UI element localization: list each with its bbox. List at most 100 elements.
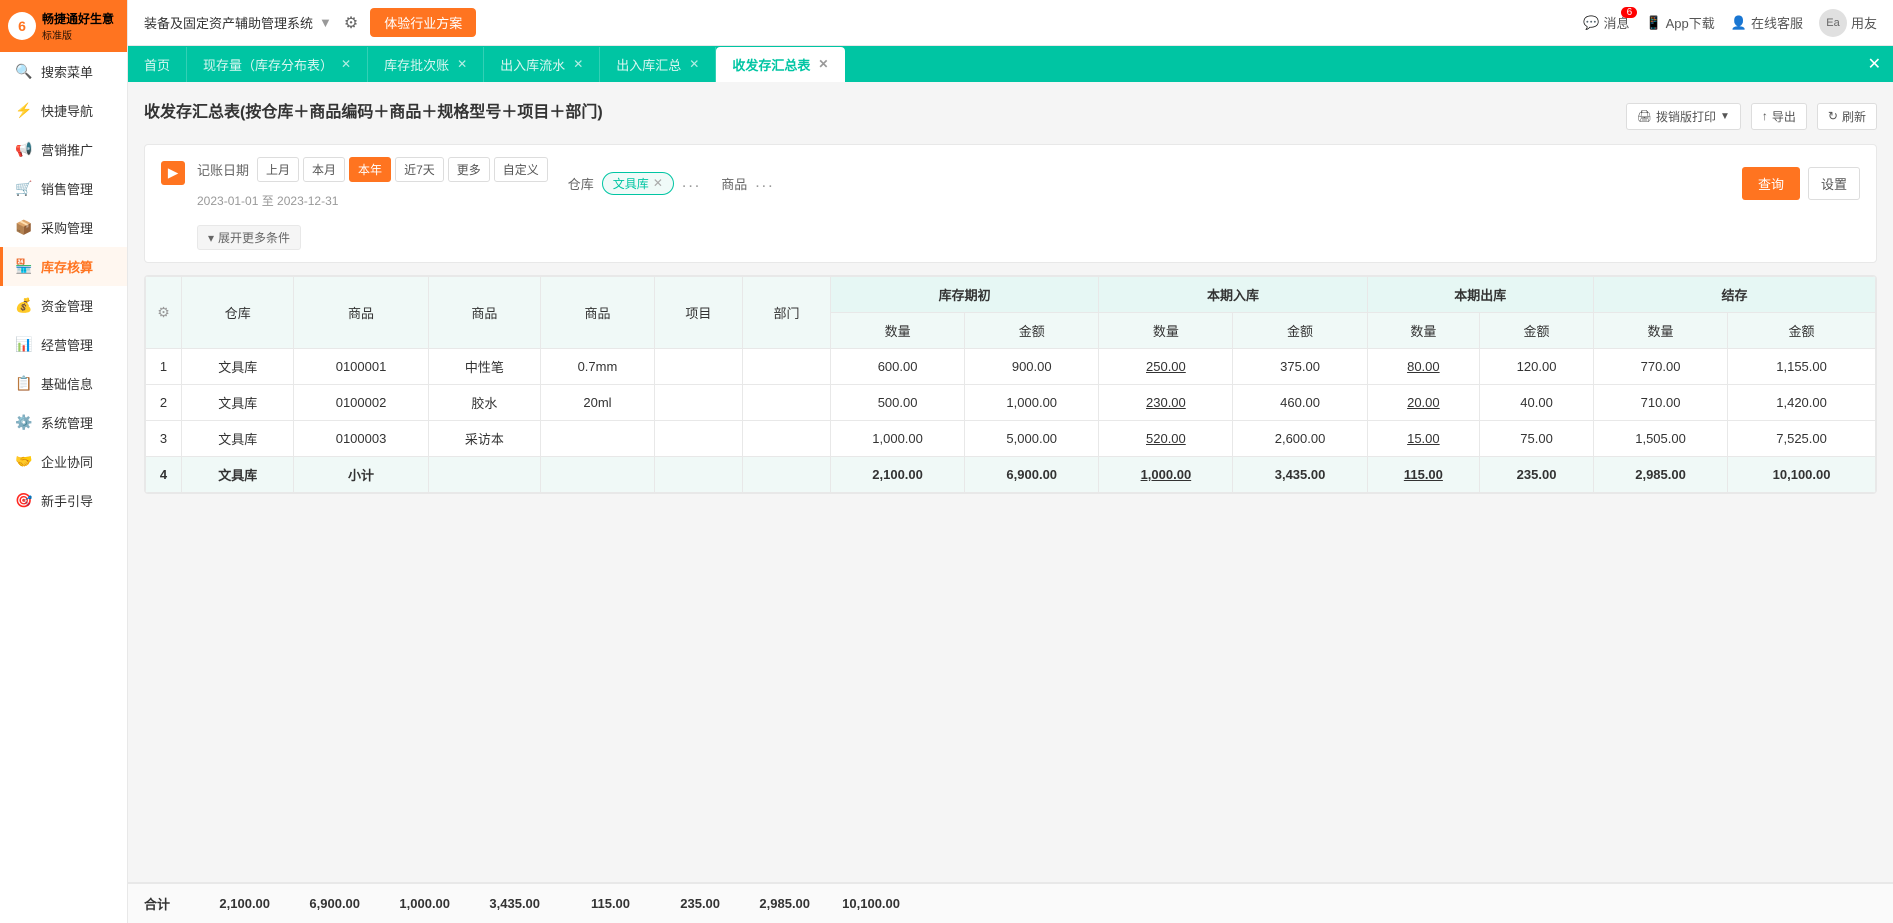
- sidebar-item-system[interactable]: ⚙️ 系统管理: [0, 403, 127, 442]
- page-title: 收发存汇总表(按仓库＋商品编码＋商品＋规格型号＋项目＋部门): [144, 98, 603, 122]
- app-download-label: App下载: [1666, 13, 1715, 32]
- tab-close-icon[interactable]: ✕: [573, 57, 583, 71]
- row-out-qty[interactable]: 80.00: [1367, 349, 1480, 385]
- system-icon: ⚙️: [15, 414, 33, 431]
- date-range: 2023-01-01 至 2023-12-31: [197, 192, 338, 209]
- export-icon: ↑: [1762, 109, 1768, 123]
- topbar-gear-icon[interactable]: ⚙: [344, 13, 358, 33]
- sidebar-item-label-system: 系统管理: [41, 413, 93, 432]
- sidebar-item-quick[interactable]: ⚡快捷导航: [0, 91, 127, 130]
- col-opening-header: 库存期初: [831, 277, 1099, 313]
- tab-label: 首页: [144, 55, 170, 74]
- col-in-qty-header: 数量: [1099, 313, 1233, 349]
- data-table: ⚙ 仓库 商品 商品 商品 项目 部门 库存期初 本期入库 本期出库 结存 数量: [145, 276, 1876, 493]
- total-cells: 2,100.00 6,900.00 1,000.00 3,435.00 115.…: [190, 892, 1877, 915]
- subtotal-empty3: [654, 457, 742, 493]
- tab-出入库流水[interactable]: 出入库流水 ✕: [484, 47, 600, 82]
- date-btn-近7天[interactable]: 近7天: [395, 157, 444, 182]
- purchase-icon: 📦: [15, 219, 33, 236]
- sidebar-item-label-purchase: 采购管理: [41, 218, 93, 237]
- tabs-close-all-button[interactable]: ✕: [1856, 54, 1893, 74]
- col-code-header: 商品: [294, 277, 428, 349]
- sidebar-item-business[interactable]: 📊经营管理: [0, 325, 127, 364]
- system-dropdown-icon[interactable]: ▼: [319, 15, 332, 30]
- row-in-amt: 2,600.00: [1233, 421, 1367, 457]
- row-in-qty[interactable]: 250.00: [1099, 349, 1233, 385]
- sidebar-item-basic[interactable]: 📋基础信息: [0, 364, 127, 403]
- goods-more[interactable]: ...: [755, 174, 774, 192]
- sidebar-item-marketing[interactable]: 📢营销推广: [0, 130, 127, 169]
- sidebar-logo[interactable]: 6 畅捷通好生意 标准版: [0, 0, 127, 52]
- row-in-qty[interactable]: 520.00: [1099, 421, 1233, 457]
- filter-collapse-button[interactable]: ▶: [161, 161, 185, 185]
- row-open-qty: 500.00: [831, 385, 965, 421]
- warehouse-label: 仓库: [568, 174, 594, 193]
- col-in-header: 本期入库: [1099, 277, 1367, 313]
- warehouse-tag[interactable]: 文具库 ✕: [602, 172, 674, 195]
- sidebar-item-search[interactable]: 🔍搜索菜单: [0, 52, 127, 91]
- sidebar-item-guide[interactable]: 🎯新手引导: [0, 481, 127, 520]
- app-download-button[interactable]: 📱 App下载: [1645, 13, 1714, 32]
- messages-button[interactable]: 💬 消息 6: [1583, 13, 1629, 32]
- print-button[interactable]: 🖨 拨销版打印 ▼: [1626, 103, 1741, 130]
- date-btn-自定义[interactable]: 自定义: [494, 157, 548, 182]
- row-no: 2: [146, 385, 182, 421]
- sidebar-item-sales[interactable]: 🛒销售管理: [0, 169, 127, 208]
- date-btn-上月[interactable]: 上月: [257, 157, 299, 182]
- column-setting-icon[interactable]: ⚙: [157, 304, 170, 320]
- row-out-qty[interactable]: 15.00: [1367, 421, 1480, 457]
- sidebar-item-purchase[interactable]: 📦 采购管理: [0, 208, 127, 247]
- col-dept-header: 部门: [742, 277, 830, 349]
- tab-close-icon[interactable]: ✕: [689, 57, 699, 71]
- tab-label: 库存批次账: [384, 55, 449, 74]
- tab-库存批次账[interactable]: 库存批次账 ✕: [368, 47, 484, 82]
- export-button[interactable]: ↑ 导出: [1751, 103, 1807, 130]
- row-in-qty[interactable]: 230.00: [1099, 385, 1233, 421]
- tab-close-icon[interactable]: ✕: [457, 57, 467, 71]
- date-btn-本月[interactable]: 本月: [303, 157, 345, 182]
- online-service-button[interactable]: 👤 在线客服: [1731, 13, 1803, 32]
- refresh-button[interactable]: ↻ 刷新: [1817, 103, 1877, 130]
- tab-close-icon[interactable]: ✕: [341, 57, 351, 71]
- tab-收发存汇总表[interactable]: 收发存汇总表✕: [716, 47, 845, 82]
- warehouse-more[interactable]: ...: [682, 174, 701, 192]
- col-open-amt-header: 金额: [965, 313, 1099, 349]
- row-project: [654, 349, 742, 385]
- col-close-amt-header: 金额: [1728, 313, 1876, 349]
- user-label: 用友: [1851, 13, 1877, 32]
- row-open-qty: 1,000.00: [831, 421, 965, 457]
- row-out-qty[interactable]: 20.00: [1367, 385, 1480, 421]
- row-no: 1: [146, 349, 182, 385]
- date-btn-本年[interactable]: 本年: [349, 157, 391, 182]
- tab-首页[interactable]: 首页: [128, 47, 187, 82]
- filter-row-2: ▾ 展开更多条件: [197, 217, 1860, 250]
- tab-出入库汇总[interactable]: 出入库汇总✕: [600, 47, 716, 82]
- data-table-wrap: ⚙ 仓库 商品 商品 商品 项目 部门 库存期初 本期入库 本期出库 结存 数量: [144, 275, 1877, 494]
- total-close-amt: 10,100.00: [820, 892, 910, 915]
- row-in-amt: 460.00: [1233, 385, 1367, 421]
- warehouse-tag-close-icon[interactable]: ✕: [653, 176, 663, 190]
- sidebar-item-finance[interactable]: 💰资金管理: [0, 286, 127, 325]
- expand-conditions-button[interactable]: ▾ 展开更多条件: [197, 225, 301, 250]
- row-warehouse: 文具库: [182, 349, 294, 385]
- date-btn-更多[interactable]: 更多: [448, 157, 490, 182]
- tab-label: 出入库流水: [500, 55, 565, 74]
- sidebar-item-inventory[interactable]: 🏪库存核算: [0, 247, 127, 286]
- row-code: 0100002: [294, 385, 428, 421]
- system-selector: 装备及固定资产辅助管理系统 ▼: [144, 13, 332, 32]
- logo-icon: 6: [8, 12, 36, 40]
- trial-button[interactable]: 体验行业方案: [370, 8, 476, 37]
- row-warehouse: 文具库: [182, 421, 294, 457]
- sidebar: 6 畅捷通好生意 标准版 🔍搜索菜单⚡快捷导航📢营销推广🛒销售管理 📦 采购管理 🏪库…: [0, 0, 128, 923]
- tab-close-icon[interactable]: ✕: [818, 57, 828, 71]
- row-open-qty: 600.00: [831, 349, 965, 385]
- tab-现存量库存分布表[interactable]: 现存量（库存分布表）✕: [187, 47, 368, 82]
- row-open-amt: 1,000.00: [965, 385, 1099, 421]
- query-button[interactable]: 查询: [1742, 167, 1800, 200]
- table-row: 2 文具库 0100002 胶水 20ml 500.00 1,000.00 23…: [146, 385, 1876, 421]
- logo-text-block: 畅捷通好生意 标准版: [42, 10, 114, 42]
- user-button[interactable]: Ea 用友: [1819, 9, 1877, 37]
- expand-label: 展开更多条件: [218, 229, 290, 246]
- sidebar-item-collab[interactable]: 🤝企业协同: [0, 442, 127, 481]
- filter-settings-button[interactable]: 设置: [1808, 167, 1860, 200]
